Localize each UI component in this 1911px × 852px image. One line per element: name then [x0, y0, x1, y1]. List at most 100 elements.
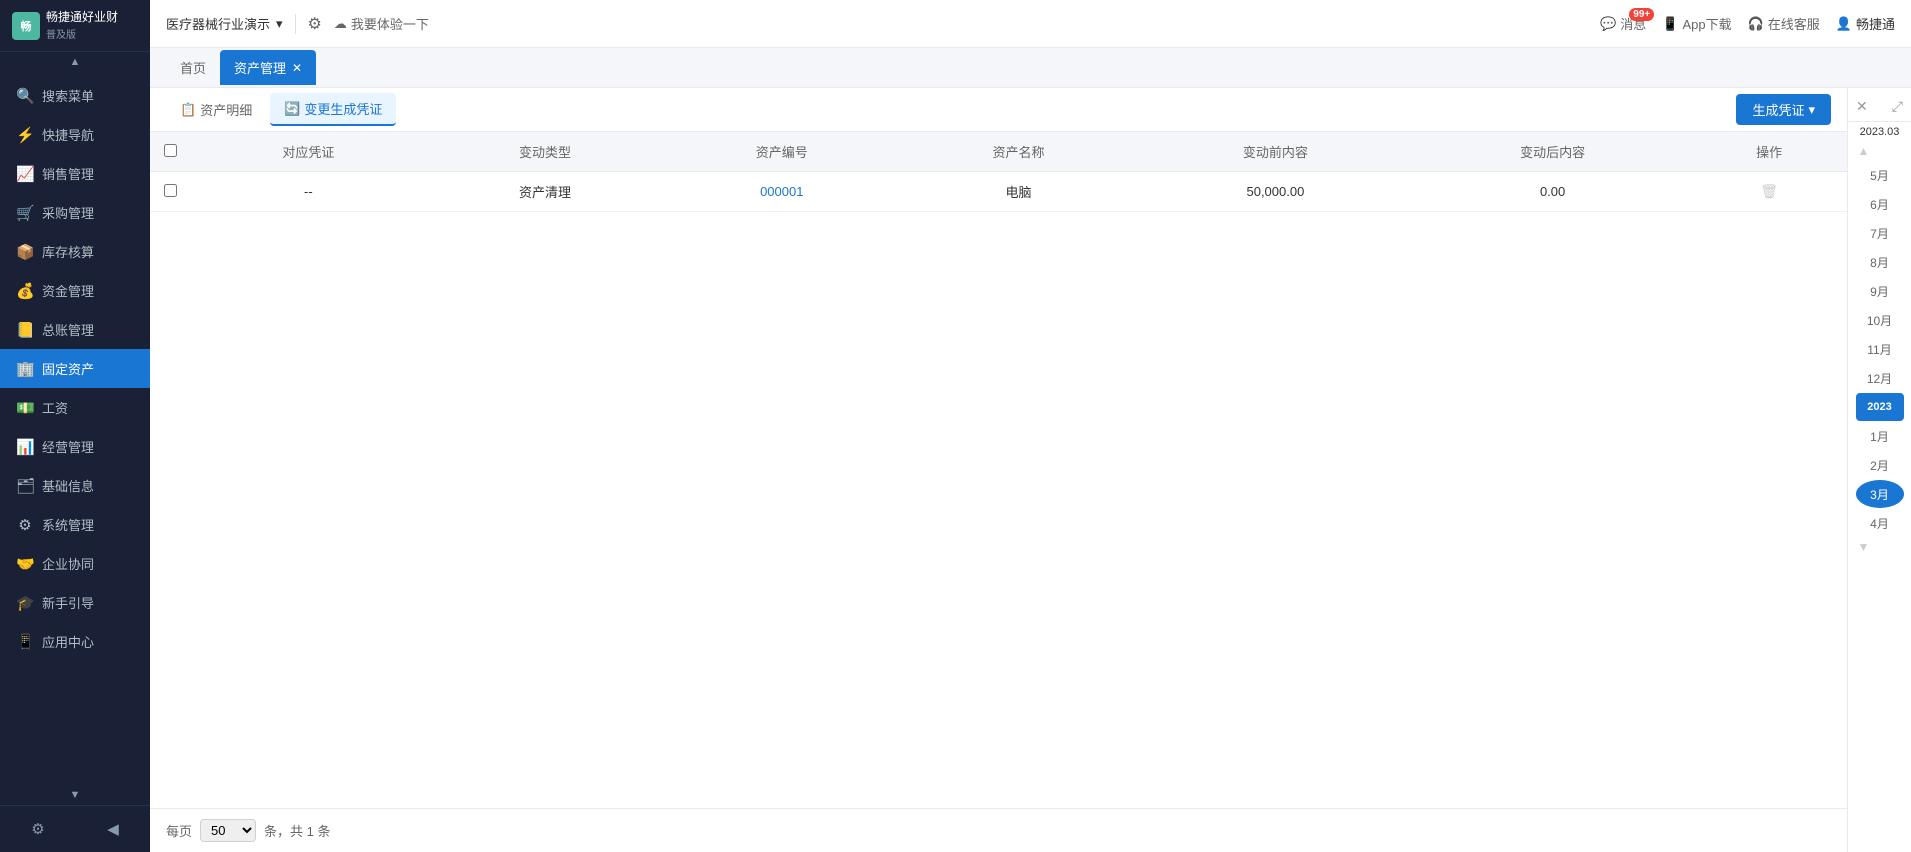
cell-after-0: 0.00 — [1414, 172, 1691, 212]
month-after-2[interactable]: 3月 — [1856, 480, 1904, 508]
month-before-7[interactable]: 12月 — [1856, 364, 1904, 392]
sidebar-scroll-down[interactable]: ▼ — [0, 785, 150, 805]
sidebar-item-8[interactable]: 💵 工资 — [0, 388, 150, 427]
date-scroll-down[interactable]: ▼ — [1856, 538, 1904, 556]
pagination: 每页 102050100 条，共 1 条 — [150, 808, 1847, 852]
table-container: 对应凭证 变动类型 资产编号 资产名称 变动前内容 变动后内容 操作 -- — [150, 132, 1847, 808]
sidebar-logo: 畅 畅捷通好业财 普及版 — [0, 0, 150, 52]
nav-label-13: 新手引导 — [42, 593, 94, 612]
sidebar-bottom: ⚙ ◀ — [0, 805, 150, 852]
per-page-select[interactable]: 102050100 — [200, 819, 256, 842]
sidebar-item-14[interactable]: 📱应用中心 — [0, 622, 150, 661]
sidebar-scroll-up[interactable]: ▲ — [0, 52, 150, 72]
sidebar-item-11[interactable]: ⚙系统管理 — [0, 505, 150, 544]
cell-before-0: 50,000.00 — [1137, 172, 1414, 212]
month-before-3[interactable]: 8月 — [1856, 248, 1904, 276]
change-icon: 🔄 — [284, 101, 300, 117]
close-icon[interactable]: ✕ — [1856, 98, 1868, 115]
nav-label-11: 系统管理 — [42, 515, 94, 534]
table-row: -- 资产清理 000001 电脑 50,000.00 0.00 🗑 — [150, 172, 1847, 212]
sidebar-item-1[interactable]: ⚡快捷导航 — [0, 115, 150, 154]
sub-tab-change-voucher[interactable]: 🔄 变更生成凭证 — [270, 93, 396, 126]
col-action: 操作 — [1691, 132, 1847, 172]
sidebar-collapse-btn[interactable]: ◀ — [101, 814, 125, 844]
sidebar-item-4[interactable]: 📦 库存核算 — [0, 232, 150, 271]
sidebar-settings-btn[interactable]: ⚙ — [25, 814, 50, 844]
nav-label-4: 库存核算 — [42, 242, 94, 261]
change-voucher-table: 对应凭证 变动类型 资产编号 资产名称 变动前内容 变动后内容 操作 -- — [150, 132, 1847, 212]
select-all-checkbox[interactable] — [164, 144, 177, 157]
expand-icon[interactable]: ⤢ — [1892, 98, 1903, 115]
customer-service-label: 在线客服 — [1768, 14, 1820, 33]
nav-label-8: 工资 — [42, 398, 68, 417]
month-before-2[interactable]: 7月 — [1856, 219, 1904, 247]
nav-icon-4: 📦 — [16, 243, 34, 261]
date-scroll-up[interactable]: ▲ — [1856, 142, 1904, 160]
experience-btn[interactable]: ☁ 我要体验一下 — [334, 14, 429, 33]
month-before-4[interactable]: 9月 — [1856, 277, 1904, 305]
nav-icon-8: 💵 — [16, 399, 34, 417]
nav-label-9: 经营管理 — [42, 437, 94, 456]
cell-asset-name-0: 电脑 — [900, 172, 1137, 212]
user-name: 畅捷通 — [1856, 14, 1895, 33]
tab-home[interactable]: 首页 — [166, 50, 220, 85]
messages-btn[interactable]: 💬 消息 99+ — [1600, 14, 1646, 33]
sidebar-item-5[interactable]: 💰资金管理 — [0, 271, 150, 310]
tab-bar: 首页 资产管理 ✕ — [150, 48, 1911, 88]
sub-tabs: 📋 资产明细 🔄 变更生成凭证 生成凭证 ▾ — [150, 88, 1847, 132]
nav-icon-9: 📊 — [16, 438, 34, 456]
sidebar-item-9[interactable]: 📊 经营管理 — [0, 427, 150, 466]
sidebar-item-12[interactable]: 🤝企业协同 — [0, 544, 150, 583]
tab-close-icon[interactable]: ✕ — [292, 61, 302, 75]
user-icon: 👤 — [1836, 16, 1852, 32]
month-before-1[interactable]: 6月 — [1856, 190, 1904, 218]
cell-asset-code-0: 000001 — [663, 172, 900, 212]
main-content: 医疗器械行业演示 ▾ ⚙ ☁ 我要体验一下 💬 消息 99+ 📱 App下载 🎧… — [150, 0, 1911, 852]
cloud-icon: ☁ — [334, 16, 347, 32]
month-before-0[interactable]: 5月 — [1856, 161, 1904, 189]
delete-icon-0[interactable]: 🗑 — [1760, 183, 1778, 199]
customer-service-btn[interactable]: 🎧 在线客服 — [1748, 14, 1820, 33]
company-selector[interactable]: 医疗器械行业演示 ▾ — [166, 14, 283, 33]
nav-label-3: 采购管理 — [42, 203, 94, 222]
nav-label-6: 总账管理 — [42, 320, 94, 339]
list-icon: 📋 — [180, 102, 196, 118]
message-icon: 💬 — [1600, 16, 1616, 32]
nav-label-12: 企业协同 — [42, 554, 94, 573]
col-before: 变动前内容 — [1137, 132, 1414, 172]
year-badge[interactable]: 2023 — [1856, 393, 1904, 421]
sidebar-item-3[interactable]: 🛒 采购管理 — [0, 193, 150, 232]
sidebar-item-10[interactable]: 🗂基础信息 — [0, 466, 150, 505]
col-after: 变动后内容 — [1414, 132, 1691, 172]
sidebar-item-13[interactable]: 🎓新手引导 — [0, 583, 150, 622]
sidebar-item-2[interactable]: 📈销售管理 — [0, 154, 150, 193]
tab-asset-label: 资产管理 — [234, 58, 286, 77]
dropdown-icon: ▾ — [1808, 102, 1815, 118]
content-panel: 📋 资产明细 🔄 变更生成凭证 生成凭证 ▾ — [150, 88, 1847, 852]
logo-name: 畅捷通好业财 — [46, 10, 118, 26]
month-before-6[interactable]: 11月 — [1856, 335, 1904, 363]
generate-voucher-button[interactable]: 生成凭证 ▾ — [1736, 94, 1831, 125]
sidebar: 畅 畅捷通好业财 普及版 ▲ 🔍搜索菜单⚡快捷导航📈销售管理 🛒 采购管理 📦 库存核算… — [0, 0, 150, 852]
settings-icon[interactable]: ⚙ — [308, 14, 322, 34]
tab-asset-management[interactable]: 资产管理 ✕ — [220, 50, 316, 85]
app-download-btn[interactable]: 📱 App下载 — [1662, 14, 1731, 33]
month-after-0[interactable]: 1月 — [1856, 422, 1904, 450]
messages-badge: 99+ — [1629, 8, 1654, 21]
app-download-label: App下载 — [1682, 14, 1731, 33]
month-after-3[interactable]: 4月 — [1856, 509, 1904, 537]
month-before-5[interactable]: 10月 — [1856, 306, 1904, 334]
sidebar-item-6[interactable]: 📒总账管理 — [0, 310, 150, 349]
nav-icon-5: 💰 — [16, 282, 34, 300]
user-menu[interactable]: 👤 畅捷通 — [1836, 14, 1895, 33]
nav-label-10: 基础信息 — [42, 476, 94, 495]
nav-label-1: 快捷导航 — [42, 125, 94, 144]
nav-icon-3: 🛒 — [16, 204, 34, 222]
nav-label-7: 固定资产 — [42, 359, 94, 378]
sidebar-item-0[interactable]: 🔍搜索菜单 — [0, 76, 150, 115]
cell-voucher-0: -- — [190, 172, 427, 212]
row-checkbox-0[interactable] — [164, 184, 177, 197]
month-after-1[interactable]: 2月 — [1856, 451, 1904, 479]
sidebar-item-7[interactable]: 🏢固定资产 — [0, 349, 150, 388]
sub-tab-asset-detail[interactable]: 📋 资产明细 — [166, 94, 266, 125]
